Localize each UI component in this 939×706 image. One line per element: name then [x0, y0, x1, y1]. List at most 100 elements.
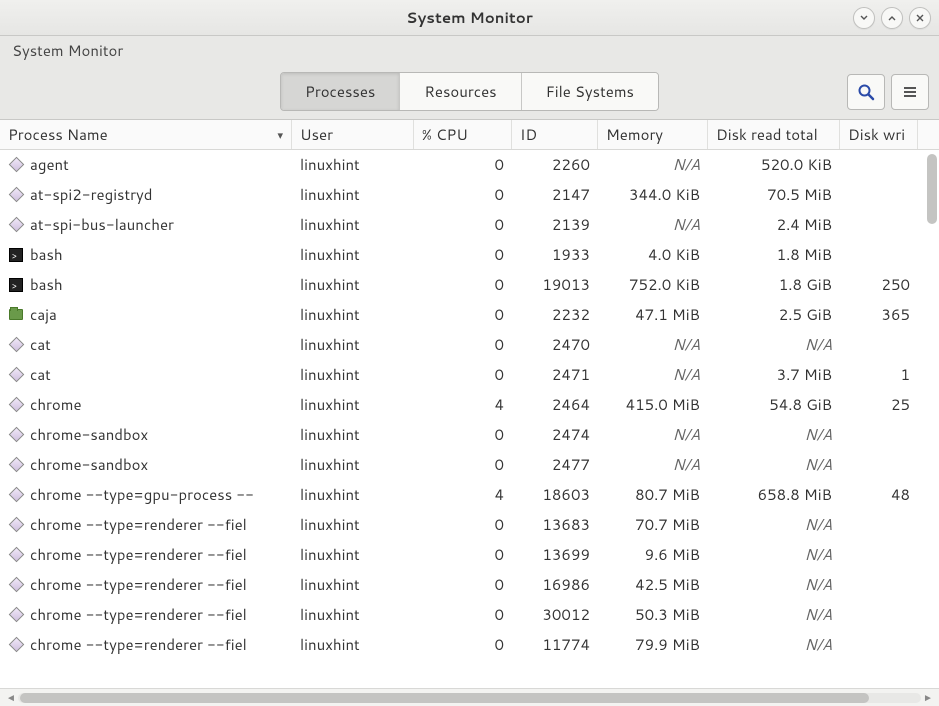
- view-tabs: ProcessesResourcesFile Systems: [280, 72, 659, 111]
- table-header: Process NameUser% CPUIDMemoryDisk read t…: [0, 120, 939, 150]
- diamond-icon: [8, 217, 24, 233]
- diamond-icon: [8, 607, 24, 623]
- tab-resources[interactable]: Resources: [400, 73, 521, 110]
- table-row[interactable]: bashlinuxhint019334.0 KiB1.8 MiB: [0, 240, 939, 270]
- maximize-button[interactable]: [881, 7, 903, 29]
- minimize-button[interactable]: [853, 7, 875, 29]
- cell-disk-write: [840, 612, 918, 618]
- cell-disk-write: [840, 192, 918, 198]
- scroll-right-arrow[interactable]: ►: [921, 691, 935, 705]
- menu-button[interactable]: [891, 74, 929, 110]
- cell-user: linuxhint: [292, 601, 414, 628]
- cell-user: linuxhint: [292, 421, 414, 448]
- column-header-dwrite[interactable]: Disk wri: [840, 120, 918, 149]
- cell-disk-write: 250: [840, 271, 918, 298]
- table-row[interactable]: cajalinuxhint0223247.1 MiB2.5 GiB365: [0, 300, 939, 330]
- cell-id: 2470: [512, 331, 598, 358]
- table-body[interactable]: agentlinuxhint02260N/A520.0 KiBat-spi2-r…: [0, 150, 939, 688]
- table-row[interactable]: catlinuxhint02471N/A3.7 MiB1: [0, 360, 939, 390]
- horizontal-scrollbar-thumb[interactable]: [20, 693, 869, 703]
- cell-disk-read: 3.7 MiB: [708, 361, 840, 388]
- table-row[interactable]: agentlinuxhint02260N/A520.0 KiB: [0, 150, 939, 180]
- table-row[interactable]: chrome-sandboxlinuxhint02474N/AN/A: [0, 420, 939, 450]
- horizontal-scrollbar-track[interactable]: [18, 693, 921, 703]
- cell-id: 19013: [512, 271, 598, 298]
- cell-id: 2464: [512, 391, 598, 418]
- table-row[interactable]: catlinuxhint02470N/AN/A: [0, 330, 939, 360]
- cell-disk-read: N/A: [708, 541, 840, 568]
- table-row[interactable]: chrome --type=renderer --fiellinuxhint01…: [0, 540, 939, 570]
- table-row[interactable]: chromelinuxhint42464415.0 MiB54.8 GiB25: [0, 390, 939, 420]
- cell-memory: N/A: [598, 451, 708, 478]
- cell-process-name: agent: [0, 151, 292, 178]
- cell-memory: 4.0 KiB: [598, 241, 708, 268]
- table-row[interactable]: chrome --type=renderer --fiellinuxhint01…: [0, 510, 939, 540]
- column-header-user[interactable]: User: [292, 120, 414, 149]
- cell-user: linuxhint: [292, 241, 414, 268]
- cell-process-name: cat: [0, 361, 292, 388]
- close-button[interactable]: [909, 7, 931, 29]
- cell-cpu: 0: [414, 451, 512, 478]
- window-controls: [853, 7, 931, 29]
- horizontal-scrollbar: ◄ ►: [0, 688, 939, 706]
- search-button[interactable]: [847, 74, 885, 110]
- cell-cpu: 0: [414, 271, 512, 298]
- diamond-icon: [8, 367, 24, 383]
- cell-memory: 70.7 MiB: [598, 511, 708, 538]
- column-header-dread[interactable]: Disk read total: [708, 120, 840, 149]
- cell-id: 18603: [512, 481, 598, 508]
- toolbar: ProcessesResourcesFile Systems: [0, 64, 939, 120]
- cell-disk-write: [840, 222, 918, 228]
- cell-id: 16986: [512, 571, 598, 598]
- cell-user: linuxhint: [292, 481, 414, 508]
- app-menu-label[interactable]: System Monitor: [12, 40, 123, 61]
- cell-process-name: chrome --type=renderer --fiel: [0, 541, 292, 568]
- cell-disk-write: 25: [840, 391, 918, 418]
- scroll-left-arrow[interactable]: ◄: [4, 691, 18, 705]
- cell-memory: 50.3 MiB: [598, 601, 708, 628]
- cell-cpu: 0: [414, 181, 512, 208]
- cell-cpu: 0: [414, 211, 512, 238]
- vertical-scrollbar-thumb[interactable]: [927, 154, 937, 224]
- table-row[interactable]: chrome --type=renderer --fiellinuxhint01…: [0, 570, 939, 600]
- cell-disk-write: 365: [840, 301, 918, 328]
- cell-memory: N/A: [598, 361, 708, 388]
- cell-disk-read: N/A: [708, 631, 840, 658]
- cell-process-name: caja: [0, 301, 292, 328]
- table-row[interactable]: chrome-sandboxlinuxhint02477N/AN/A: [0, 450, 939, 480]
- cell-user: linuxhint: [292, 541, 414, 568]
- cell-id: 2139: [512, 211, 598, 238]
- table-row[interactable]: chrome --type=gpu-process --linuxhint418…: [0, 480, 939, 510]
- column-header-mem[interactable]: Memory: [598, 120, 708, 149]
- cell-process-name: cat: [0, 331, 292, 358]
- column-header-id[interactable]: ID: [512, 120, 598, 149]
- cell-process-name: chrome --type=renderer --fiel: [0, 511, 292, 538]
- column-header-cpu[interactable]: % CPU: [414, 120, 512, 149]
- folder-icon: [8, 307, 24, 323]
- tab-processes[interactable]: Processes: [281, 73, 400, 110]
- table-row[interactable]: at-spi-bus-launcherlinuxhint02139N/A2.4 …: [0, 210, 939, 240]
- cell-disk-read: 1.8 GiB: [708, 271, 840, 298]
- diamond-icon: [8, 397, 24, 413]
- cell-process-name: at-spi-bus-launcher: [0, 211, 292, 238]
- cell-cpu: 4: [414, 391, 512, 418]
- table-row[interactable]: at-spi2-registrydlinuxhint02147344.0 KiB…: [0, 180, 939, 210]
- tab-file-systems[interactable]: File Systems: [522, 73, 658, 110]
- cell-process-name: bash: [0, 271, 292, 298]
- cell-id: 13683: [512, 511, 598, 538]
- cell-user: linuxhint: [292, 271, 414, 298]
- table-row[interactable]: chrome --type=renderer --fiellinuxhint03…: [0, 600, 939, 630]
- cell-memory: N/A: [598, 331, 708, 358]
- column-header-name[interactable]: Process Name: [0, 120, 292, 149]
- cell-disk-read: 520.0 KiB: [708, 151, 840, 178]
- table-row[interactable]: bashlinuxhint019013752.0 KiB1.8 GiB250: [0, 270, 939, 300]
- cell-memory: 80.7 MiB: [598, 481, 708, 508]
- table-row[interactable]: chrome --type=renderer --fiellinuxhint01…: [0, 630, 939, 660]
- cell-id: 2477: [512, 451, 598, 478]
- cell-disk-write: [840, 252, 918, 258]
- cell-disk-read: N/A: [708, 451, 840, 478]
- diamond-icon: [8, 187, 24, 203]
- cell-disk-read: N/A: [708, 331, 840, 358]
- diamond-icon: [8, 457, 24, 473]
- cell-disk-write: [840, 552, 918, 558]
